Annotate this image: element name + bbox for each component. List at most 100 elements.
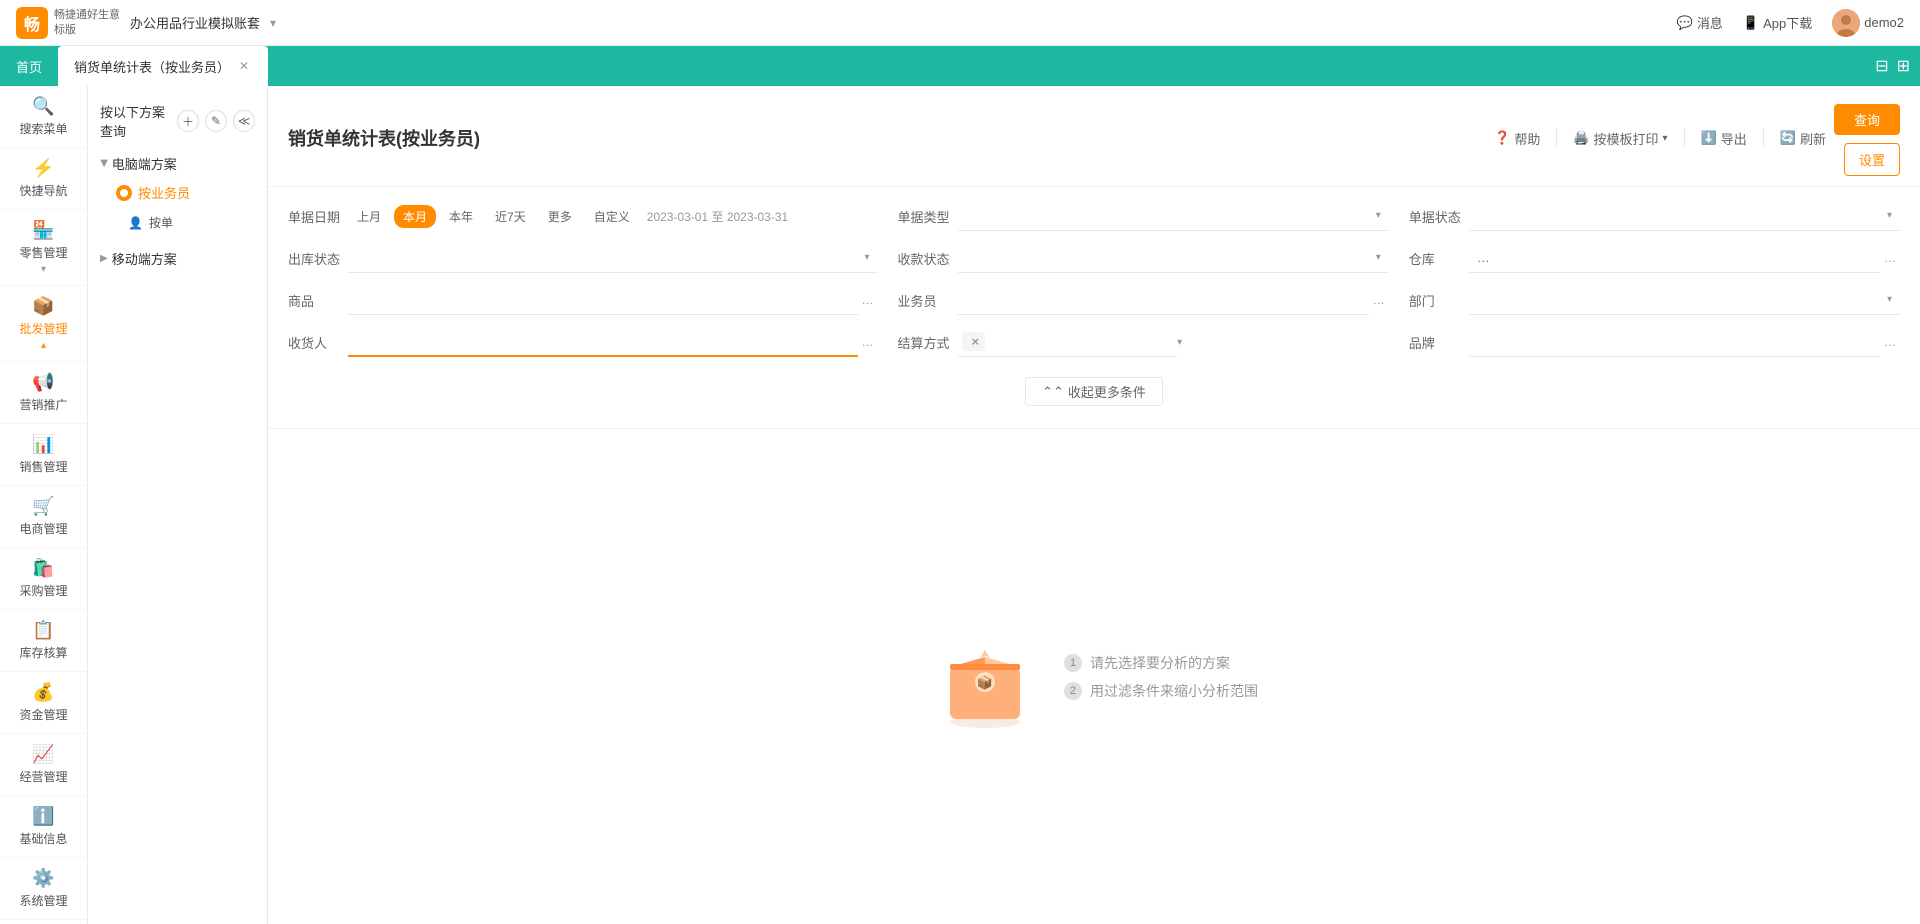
out-status-select[interactable] xyxy=(348,243,878,273)
date-custom[interactable]: 自定义 xyxy=(585,205,639,228)
warehouse-more-icon[interactable]: … xyxy=(1880,251,1900,265)
brand-label: 品牌 xyxy=(1409,333,1469,352)
sidebar-item-ecommerce[interactable]: 🛒 电商管理 xyxy=(0,486,87,548)
settings-button[interactable]: 设置 xyxy=(1844,143,1900,176)
content-area: 按以下方案查询 ＋ ✎ ≪ ▶ 电脑端方案 按业务员 xyxy=(88,86,1920,924)
sidebar-item-system[interactable]: ⚙️ 系统管理 xyxy=(0,858,87,920)
main-content: 销货单统计表(按业务员) ❓ 帮助 🖨️ 按模板打印 ▾ xyxy=(268,86,1920,924)
sidebar-item-marketing[interactable]: 📢 营销推广 xyxy=(0,362,87,424)
help-icon: ❓ xyxy=(1494,130,1510,146)
sidebar-item-wholesale[interactable]: 📦 批发管理 ▴ xyxy=(0,286,87,362)
empty-icon-area: 📦 xyxy=(930,622,1040,732)
salesperson-field-label: 业务员 xyxy=(898,291,958,310)
brand-input[interactable] xyxy=(1469,327,1880,357)
department-select-wrapper: ▾ xyxy=(1469,285,1900,315)
sidebar-item-enterprise[interactable]: 🤝 企业协同 xyxy=(0,920,87,924)
tab-close-icon[interactable]: ✕ xyxy=(236,58,252,74)
filter-product-field: 商品 … xyxy=(288,285,878,315)
basic-icon: ℹ️ xyxy=(32,806,54,827)
collapse-more-area: ⌃⌃ 收起更多条件 xyxy=(288,369,1900,414)
refresh-button[interactable]: 🔄 刷新 xyxy=(1780,129,1826,148)
report-tab-label: 销货单统计表（按业务员） xyxy=(74,57,230,76)
sidebar-item-search[interactable]: 🔍 搜索菜单 xyxy=(0,86,87,148)
hint-num-2: 2 xyxy=(1064,682,1082,700)
settlement-tag: × xyxy=(962,332,986,351)
filter-payment-status-field: 收款状态 ▾ xyxy=(898,243,1389,273)
hint-num-1: 1 xyxy=(1064,654,1082,672)
breadcrumb-dropdown-icon[interactable]: ▾ xyxy=(270,16,276,30)
settlement-tag-clear-icon[interactable]: × xyxy=(972,334,980,349)
filter-section-desktop-header[interactable]: ▶ 电脑端方案 xyxy=(88,150,267,177)
sidebar-item-retail[interactable]: 🏪 零售管理 ▾ xyxy=(0,210,87,286)
date-last7[interactable]: 近7天 xyxy=(486,205,535,228)
sidebar-item-shortcut[interactable]: ⚡ 快捷导航 xyxy=(0,148,87,210)
filter-sub-order[interactable]: 👤 按单 xyxy=(88,208,267,237)
result-area: 📦 1 请先选择要分析的方案 2 用过滤条件来缩小分析范围 xyxy=(268,429,1920,924)
product-more-icon[interactable]: … xyxy=(858,293,878,307)
filter-section-mobile-header[interactable]: ▶ 移动端方案 xyxy=(88,245,267,272)
filter-department-field: 部门 ▾ xyxy=(1409,285,1900,315)
mobile-section-arrow: ▶ xyxy=(100,253,108,264)
tab-minimize-icon[interactable]: ⊟ xyxy=(1875,56,1888,76)
divider3 xyxy=(1763,128,1764,148)
tab-report[interactable]: 销货单统计表（按业务员） ✕ xyxy=(58,46,268,86)
sidebar-item-finance[interactable]: 💰 资金管理 xyxy=(0,672,87,734)
product-input[interactable] xyxy=(348,285,858,315)
filter-section-desktop: ▶ 电脑端方案 按业务员 👤 按单 xyxy=(88,146,267,241)
date-cur-month[interactable]: 本月 xyxy=(394,205,436,228)
warehouse-input[interactable] xyxy=(1469,243,1880,273)
app-download-button[interactable]: 📱 App下载 xyxy=(1743,13,1812,32)
help-button[interactable]: ❓ 帮助 xyxy=(1494,129,1540,148)
message-button[interactable]: 💬 消息 xyxy=(1677,13,1723,32)
divider1 xyxy=(1556,128,1557,148)
date-prev-month[interactable]: 上月 xyxy=(348,205,390,228)
salesperson-input[interactable] xyxy=(958,285,1369,315)
sidebar-item-purchase[interactable]: 🛍️ 采购管理 xyxy=(0,548,87,610)
out-status-label: 出库状态 xyxy=(288,249,348,268)
sidebar-item-basic[interactable]: ℹ️ 基础信息 xyxy=(0,796,87,858)
filter-panel-actions: ＋ ✎ ≪ xyxy=(177,110,255,132)
tab-maximize-icon[interactable]: ⊞ xyxy=(1897,56,1910,76)
filter-brand-field: 品牌 … xyxy=(1409,327,1900,357)
sidebar-item-operation[interactable]: 📈 经营管理 xyxy=(0,734,87,796)
product-label: 商品 xyxy=(288,291,348,310)
filter-recipient-field: 收货人 … xyxy=(288,327,878,357)
department-select[interactable] xyxy=(1469,285,1900,315)
payment-status-select[interactable] xyxy=(958,243,1389,273)
filter-sub-salesperson[interactable]: 按业务员 xyxy=(88,177,267,208)
user-area[interactable]: demo2 xyxy=(1832,9,1904,37)
sidebar-item-inventory[interactable]: 📋 库存核算 xyxy=(0,610,87,672)
home-tab-label: 首页 xyxy=(16,57,42,76)
tabbar-actions: ⊟ ⊞ xyxy=(1865,56,1920,76)
divider2 xyxy=(1684,128,1685,148)
filter-row-2: 出库状态 ▾ 收款状态 ▾ 仓库 xyxy=(288,243,1900,273)
tabbar: 首页 销货单统计表（按业务员） ✕ ⊟ ⊞ xyxy=(0,46,1920,86)
recipient-label: 收货人 xyxy=(288,333,348,352)
query-button[interactable]: 查询 xyxy=(1834,104,1900,135)
doc-type-label: 单据类型 xyxy=(898,207,958,226)
tab-home[interactable]: 首页 xyxy=(0,46,58,86)
date-more[interactable]: 更多 xyxy=(539,205,581,228)
sidebar-item-sales[interactable]: 📊 销售管理 xyxy=(0,424,87,486)
logo-area: 畅 畅捷通好生意 标版 xyxy=(16,7,120,39)
filter-add-button[interactable]: ＋ xyxy=(177,110,199,132)
date-cur-year[interactable]: 本年 xyxy=(440,205,482,228)
active-dot xyxy=(116,185,132,201)
wholesale-expand-icon: ▴ xyxy=(41,340,46,351)
filter-row-4: 收货人 … 结算方式 × ▾ xyxy=(288,327,1900,357)
recipient-input[interactable] xyxy=(348,327,858,357)
template-print-button[interactable]: 🖨️ 按模板打印 ▾ xyxy=(1573,129,1667,148)
out-status-select-wrapper: ▾ xyxy=(348,243,878,273)
collapse-more-button[interactable]: ⌃⌃ 收起更多条件 xyxy=(1025,377,1163,406)
filter-edit-button[interactable]: ✎ xyxy=(205,110,227,132)
recipient-more-icon[interactable]: … xyxy=(858,335,878,349)
brand-more-icon[interactable]: … xyxy=(1880,335,1900,349)
doc-status-select[interactable] xyxy=(1469,201,1900,231)
salesperson-more-icon[interactable]: … xyxy=(1369,293,1389,307)
date-filter-group: 上月 本月 本年 近7天 更多 自定义 2023-03-01 至 2023-03… xyxy=(348,205,788,228)
date-label: 单据日期 xyxy=(288,207,348,226)
filter-collapse-button[interactable]: ≪ xyxy=(233,110,255,132)
filter-form: 单据日期 上月 本月 本年 近7天 更多 自定义 2023-03-01 至 20… xyxy=(268,187,1920,429)
export-button[interactable]: ⬇️ 导出 xyxy=(1701,129,1747,148)
doc-type-select[interactable] xyxy=(958,201,1389,231)
